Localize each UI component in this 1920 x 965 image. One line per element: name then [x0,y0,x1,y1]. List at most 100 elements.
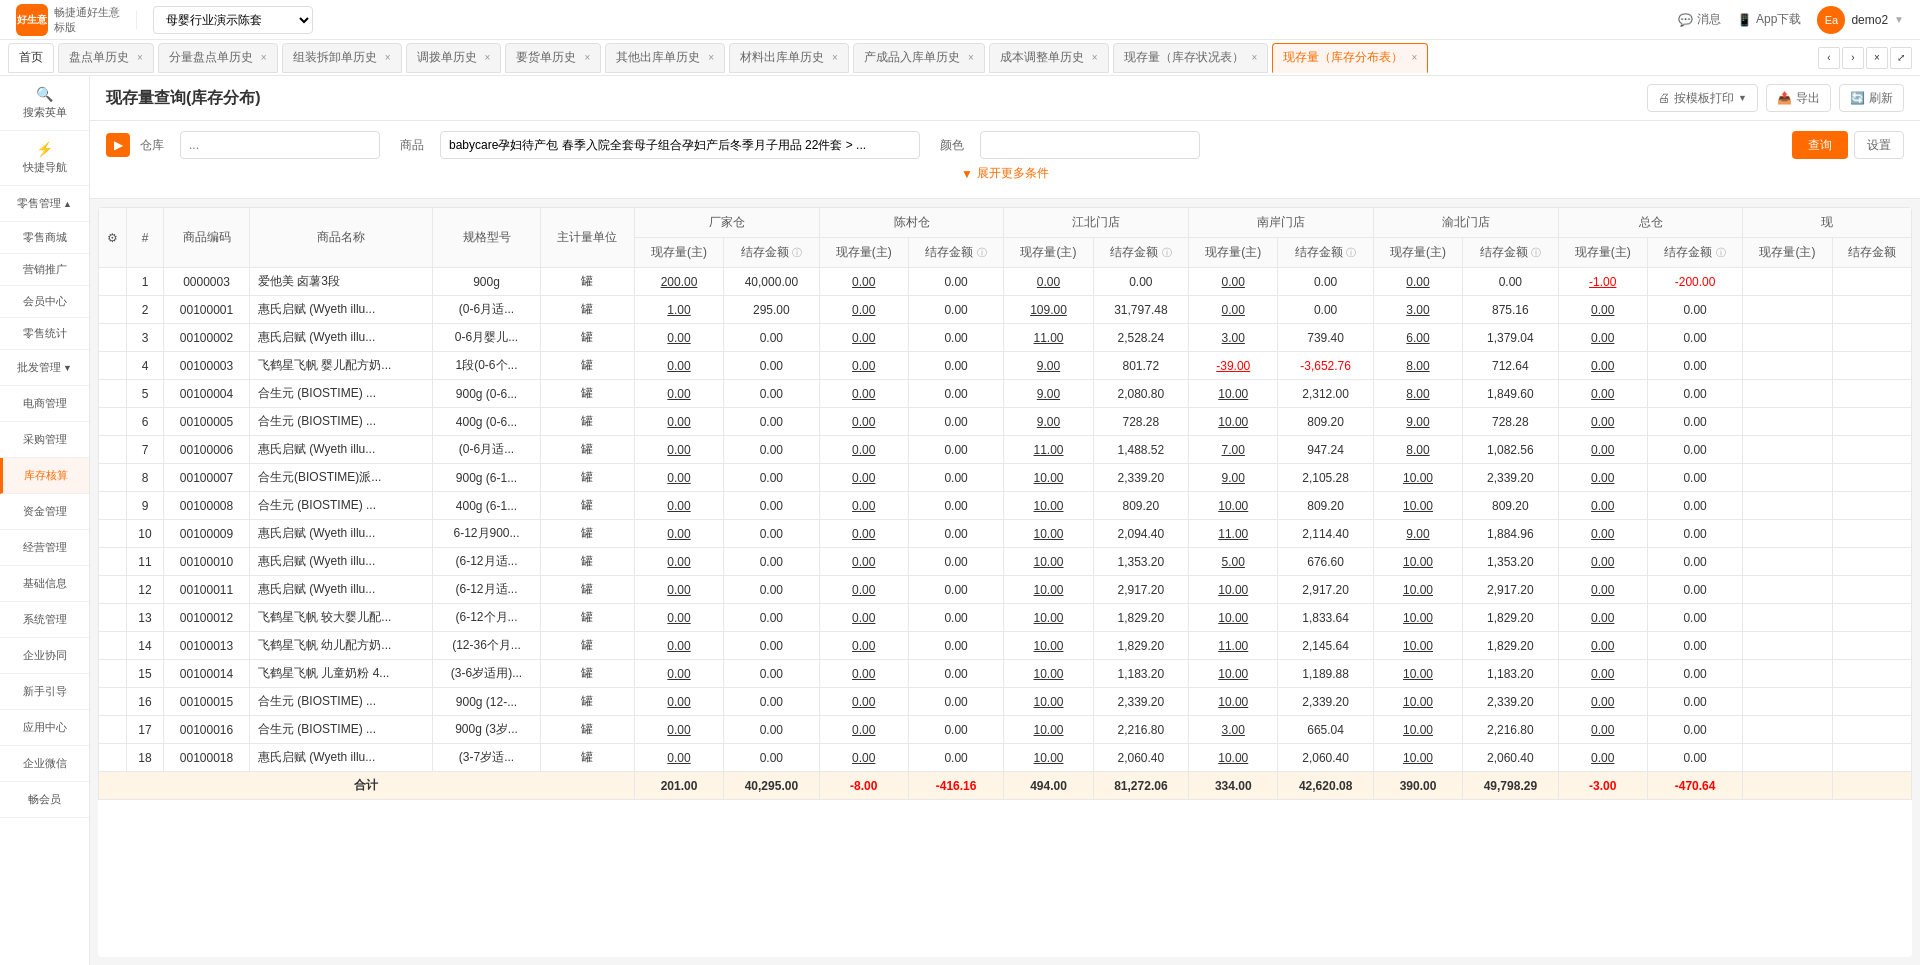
row-czc-qty[interactable]: 0.00 [634,408,723,436]
row-namd-qty[interactable]: 10.00 [1189,576,1278,604]
sidebar-item-basic-info[interactable]: 基础信息 [0,566,89,602]
sidebar-item-wechat[interactable]: 企业微信 [0,746,89,782]
row-ccc-qty[interactable]: 0.00 [819,352,908,380]
toggle-search-btn[interactable]: ▶ [106,133,130,157]
row-namd-qty[interactable]: 11.00 [1189,632,1278,660]
sidebar-item-member2[interactable]: 畅会员 [0,782,89,818]
row-namd-qty[interactable]: 10.00 [1189,408,1278,436]
row-czc-qty[interactable]: 0.00 [634,380,723,408]
row-yb-qty[interactable]: 10.00 [1373,576,1462,604]
color-input[interactable] [980,131,1200,159]
row-namd-qty[interactable]: 0.00 [1189,296,1278,324]
row-yb-qty[interactable]: 10.00 [1373,632,1462,660]
row-czc-qty[interactable]: 0.00 [634,352,723,380]
row-namd-qty[interactable]: 10.00 [1189,492,1278,520]
row-ccc-qty[interactable]: 0.00 [819,408,908,436]
row-yb-qty[interactable]: 3.00 [1373,296,1462,324]
tab-close-icon[interactable]: × [832,52,838,63]
row-czc-qty[interactable]: 0.00 [634,688,723,716]
row-ccc-qty[interactable]: 0.00 [819,492,908,520]
tab-close-icon[interactable]: × [485,52,491,63]
tab-product-in[interactable]: 产成品入库单历史 × [853,43,985,73]
settings-btn[interactable]: 设置 [1854,131,1904,159]
row-jbmd-qty[interactable]: 10.00 [1004,576,1093,604]
refresh-btn[interactable]: 🔄 刷新 [1839,84,1904,112]
row-jbmd-qty[interactable]: 10.00 [1004,716,1093,744]
row-yb-qty[interactable]: 9.00 [1373,520,1462,548]
print-btn[interactable]: 🖨 按模板打印 ▼ [1647,84,1758,112]
row-namd-qty[interactable]: 10.00 [1189,688,1278,716]
row-ccc-qty[interactable]: 0.00 [819,716,908,744]
tab-more-btn[interactable]: ⤢ [1890,47,1912,69]
row-yb-qty[interactable]: 6.00 [1373,324,1462,352]
sidebar-item-guide[interactable]: 新手引导 [0,674,89,710]
tab-close-icon[interactable]: × [1092,52,1098,63]
row-czc-qty[interactable]: 0.00 [634,716,723,744]
tab-material-out[interactable]: 材料出库单历史 × [729,43,849,73]
row-yb-qty[interactable]: 10.00 [1373,548,1462,576]
row-ccc-qty[interactable]: 0.00 [819,380,908,408]
tab-prev-btn[interactable]: ‹ [1818,47,1840,69]
row-jbmd-qty[interactable]: 109.00 [1004,296,1093,324]
row-czc-qty[interactable]: 0.00 [634,464,723,492]
row-ccc-qty[interactable]: 0.00 [819,296,908,324]
row-total-qty[interactable]: 0.00 [1558,352,1647,380]
row-yb-qty[interactable]: 0.00 [1373,268,1462,296]
tab-assembly[interactable]: 组装拆卸单历史 × [282,43,402,73]
tab-cost-adjust[interactable]: 成本调整单历史 × [989,43,1109,73]
row-jbmd-qty[interactable]: 9.00 [1004,352,1093,380]
row-total-qty[interactable]: 0.00 [1558,492,1647,520]
row-jbmd-qty[interactable]: 10.00 [1004,632,1093,660]
tab-close-icon[interactable]: × [385,52,391,63]
row-ccc-qty[interactable]: 0.00 [819,548,908,576]
sidebar-item-enterprise[interactable]: 企业协同 [0,638,89,674]
row-yb-qty[interactable]: 10.00 [1373,660,1462,688]
row-jbmd-qty[interactable]: 9.00 [1004,380,1093,408]
sidebar-item-finance[interactable]: 资金管理 [0,494,89,530]
sidebar-item-app-center[interactable]: 应用中心 [0,710,89,746]
row-namd-qty[interactable]: 0.00 [1189,268,1278,296]
sidebar-item-retail-mall[interactable]: 零售商城 [0,222,89,254]
tab-close-all-btn[interactable]: × [1866,47,1888,69]
row-namd-qty[interactable]: 11.00 [1189,520,1278,548]
row-yb-qty[interactable]: 8.00 [1373,352,1462,380]
row-czc-qty[interactable]: 0.00 [634,520,723,548]
row-ccc-qty[interactable]: 0.00 [819,268,908,296]
row-ccc-qty[interactable]: 0.00 [819,464,908,492]
row-total-qty[interactable]: 0.00 [1558,548,1647,576]
sidebar-item-marketing[interactable]: 营销推广 [0,254,89,286]
industry-selector[interactable]: 母婴行业演示陈套 [153,6,313,34]
row-total-qty[interactable]: 0.00 [1558,744,1647,772]
row-ccc-qty[interactable]: 0.00 [819,744,908,772]
sidebar-item-operations[interactable]: 经营管理 [0,530,89,566]
tab-close-icon[interactable]: × [584,52,590,63]
tab-inventory-check[interactable]: 盘点单历史 × [58,43,154,73]
row-ccc-qty[interactable]: 0.00 [819,632,908,660]
tab-close-icon[interactable]: × [1411,52,1417,63]
row-namd-qty[interactable]: 10.00 [1189,660,1278,688]
th-settings[interactable]: ⚙ [99,208,127,268]
tab-close-icon[interactable]: × [968,52,974,63]
row-ccc-qty[interactable]: 0.00 [819,576,908,604]
row-namd-qty[interactable]: -39.00 [1189,352,1278,380]
sidebar-item-search[interactable]: 🔍 搜索英单 [0,76,89,131]
row-namd-qty[interactable]: 5.00 [1189,548,1278,576]
query-btn[interactable]: 查询 [1792,131,1848,159]
row-namd-qty[interactable]: 10.00 [1189,604,1278,632]
sidebar-item-member[interactable]: 会员中心 [0,286,89,318]
row-ccc-qty[interactable]: 0.00 [819,660,908,688]
row-jbmd-qty[interactable]: 11.00 [1004,324,1093,352]
sidebar-item-nav[interactable]: ⚡ 快捷导航 [0,131,89,186]
tab-other-out[interactable]: 其他出库单历史 × [605,43,725,73]
row-ccc-qty[interactable]: 0.00 [819,520,908,548]
row-czc-qty[interactable]: 0.00 [634,744,723,772]
row-total-qty[interactable]: 0.00 [1558,324,1647,352]
row-czc-qty[interactable]: 0.00 [634,604,723,632]
tab-order[interactable]: 要货单历史 × [505,43,601,73]
row-jbmd-qty[interactable]: 10.00 [1004,492,1093,520]
tab-stock-dist[interactable]: 现存量（库存分布表） × [1272,43,1428,73]
row-jbmd-qty[interactable]: 10.00 [1004,660,1093,688]
expand-btn[interactable]: ▼ 展开更多条件 [961,165,1049,182]
row-total-qty[interactable]: 0.00 [1558,408,1647,436]
row-czc-qty[interactable]: 0.00 [634,492,723,520]
